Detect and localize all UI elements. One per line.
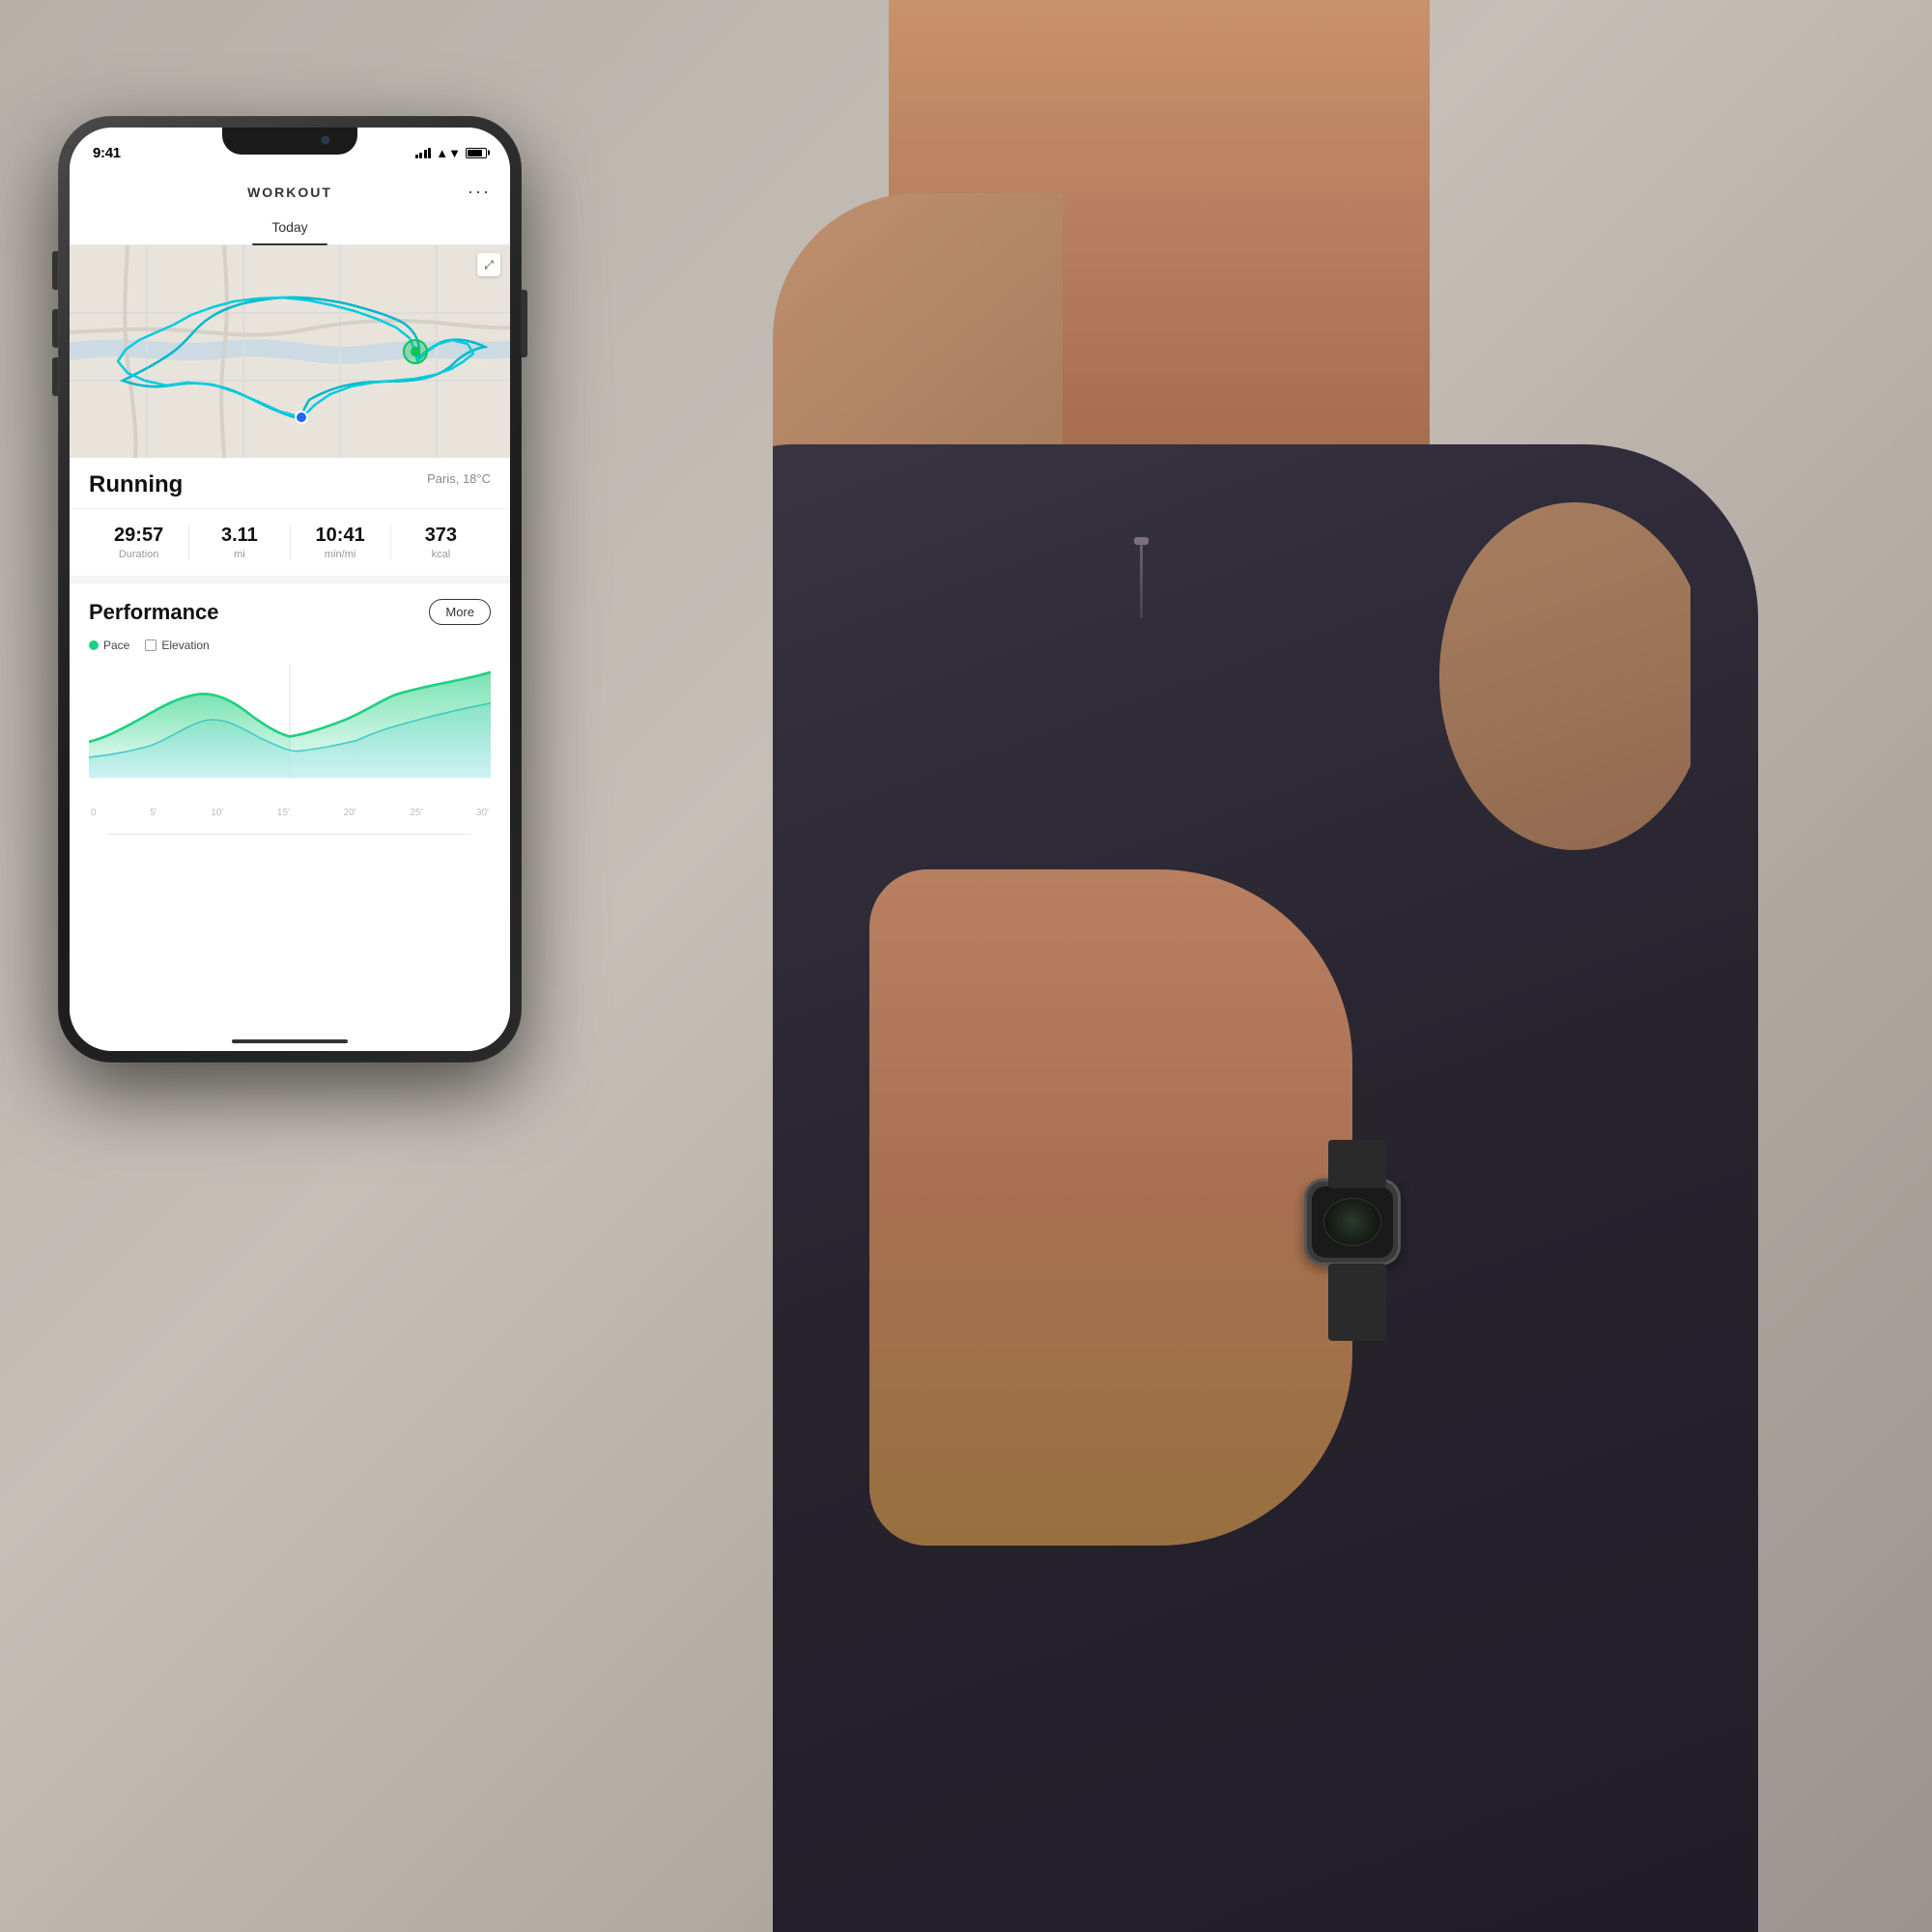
stats-row: 29:57 Duration 3.11 mi 10:41 min/mi 373 …	[70, 509, 510, 583]
battery-icon	[466, 148, 487, 158]
stat-calories-value: 373	[391, 525, 491, 547]
app-header: WORKOUT ···	[70, 170, 510, 210]
map-svg	[70, 245, 510, 458]
person-background	[773, 0, 1932, 1932]
phone-shell: 9:41 ▲▼	[58, 116, 522, 1063]
activity-type: Running	[89, 471, 183, 498]
status-icons: ▲▼	[415, 146, 487, 160]
x-label-15: 15'	[277, 808, 290, 818]
chart-x-labels: 0 5' 10' 15' 20' 25' 30'	[89, 804, 491, 818]
legend-elevation: Elevation	[145, 639, 209, 652]
tab-today[interactable]: Today	[252, 213, 327, 244]
x-label-20: 20'	[344, 808, 356, 818]
tabs-bar: Today	[70, 210, 510, 245]
performance-header: Performance More	[89, 599, 491, 625]
stat-duration-label: Duration	[89, 549, 188, 560]
map-area[interactable]: ⤢	[70, 245, 510, 458]
x-label-10: 10'	[211, 808, 223, 818]
performance-section: Performance More Pace Elevation	[70, 583, 510, 835]
signal-icon	[415, 147, 432, 158]
elevation-legend-square	[145, 639, 156, 651]
expand-icon: ⤢	[484, 258, 494, 272]
stat-duration-value: 29:57	[89, 525, 188, 547]
legend-pace: Pace	[89, 639, 129, 652]
stat-duration: 29:57 Duration	[89, 525, 189, 560]
x-label-5: 5'	[150, 808, 156, 818]
stat-calories-label: kcal	[391, 549, 491, 560]
stat-distance-value: 3.11	[189, 525, 289, 547]
phone-screen: 9:41 ▲▼	[70, 128, 510, 1051]
map-expand-button[interactable]: ⤢	[477, 253, 500, 276]
status-time: 9:41	[93, 145, 121, 161]
performance-chart	[89, 664, 491, 799]
activity-info: Running Paris, 18°C	[70, 458, 510, 509]
bottom-divider	[108, 834, 471, 835]
x-label-25: 25'	[410, 808, 422, 818]
pace-legend-dot	[89, 640, 99, 650]
activity-location: Paris, 18°C	[427, 471, 491, 486]
wifi-icon: ▲▼	[436, 146, 461, 160]
front-camera	[321, 135, 330, 145]
chart-area: 0 5' 10' 15' 20' 25' 30'	[89, 664, 491, 818]
stat-distance: 3.11 mi	[189, 525, 290, 560]
stat-pace-label: min/mi	[291, 549, 390, 560]
stat-distance-label: mi	[189, 549, 289, 560]
notch	[222, 128, 357, 155]
x-label-30: 30'	[476, 808, 489, 818]
menu-dots-button[interactable]: ···	[468, 182, 491, 202]
home-indicator[interactable]	[232, 1039, 348, 1043]
more-button[interactable]: More	[429, 599, 491, 625]
x-label-0: 0	[91, 808, 97, 818]
chart-legend: Pace Elevation	[89, 639, 491, 652]
app-content: WORKOUT ··· Today	[70, 170, 510, 1051]
stat-pace: 10:41 min/mi	[291, 525, 391, 560]
stat-pace-value: 10:41	[291, 525, 390, 547]
phone-wrapper: 9:41 ▲▼	[58, 116, 522, 1063]
performance-title: Performance	[89, 600, 219, 625]
stat-calories: 373 kcal	[391, 525, 491, 560]
app-title: WORKOUT	[112, 185, 468, 200]
